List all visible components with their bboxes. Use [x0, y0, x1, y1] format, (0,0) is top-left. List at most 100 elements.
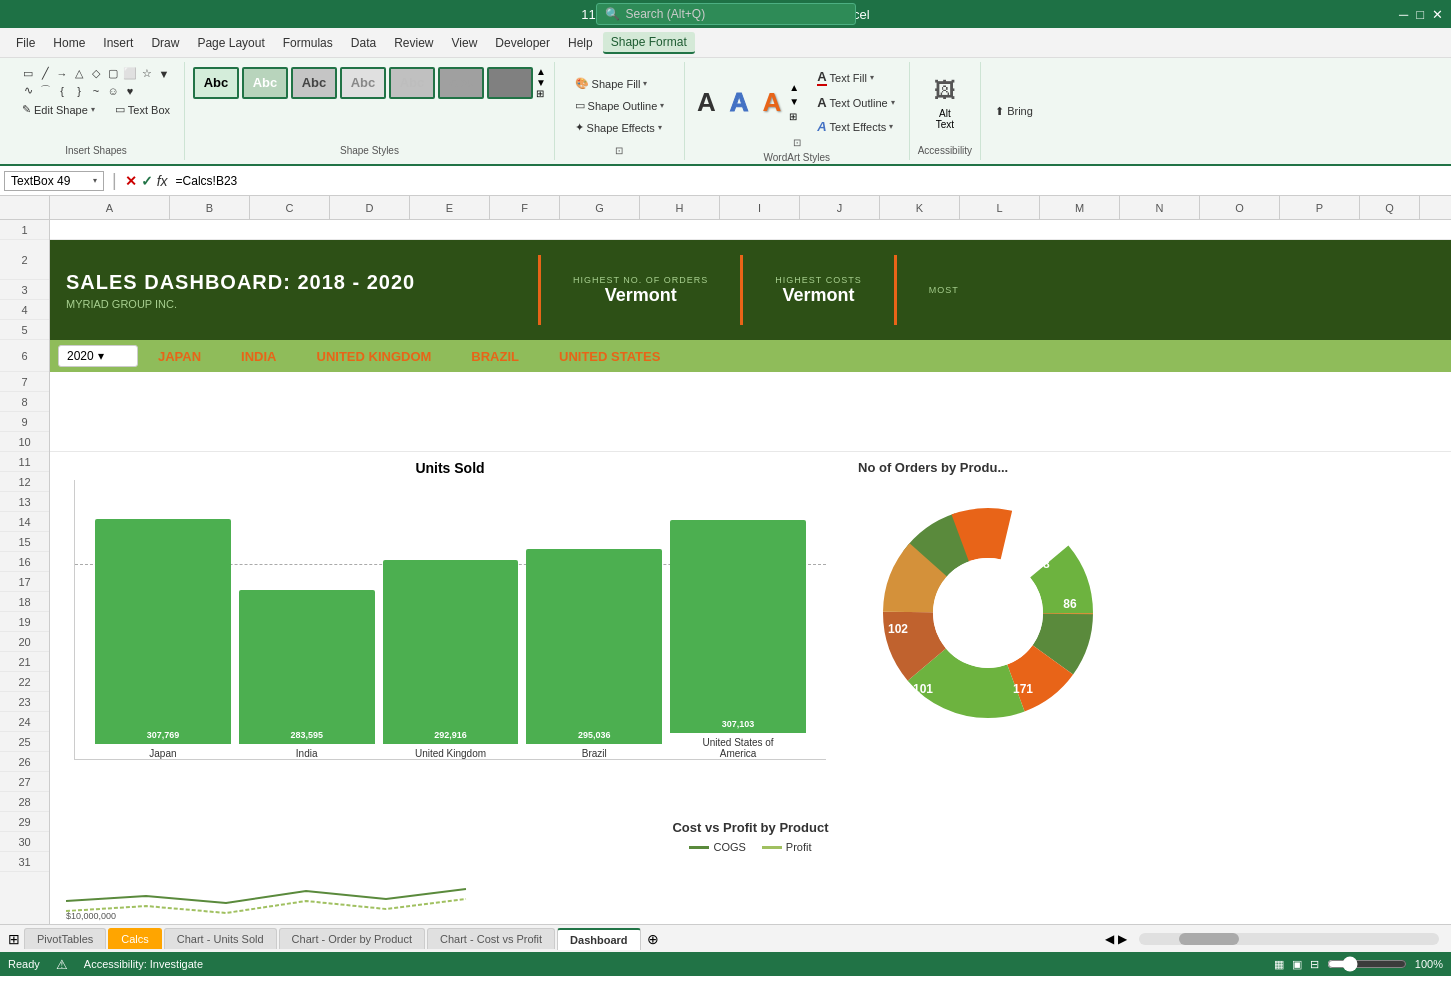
scroll-thumb[interactable] [1179, 933, 1239, 945]
text-box-button[interactable]: ▭ Text Box [109, 100, 176, 119]
add-tab-button[interactable]: ⊕ [647, 931, 659, 947]
star-icon[interactable]: ☆ [140, 66, 155, 81]
smiley-icon[interactable]: ☺ [106, 83, 121, 98]
col-header-b[interactable]: B [170, 196, 250, 219]
wordart-a-plain[interactable]: A [693, 87, 720, 117]
col-header-c[interactable]: C [250, 196, 330, 219]
bracket-icon[interactable]: } [72, 83, 87, 98]
col-header-a[interactable]: A [50, 196, 170, 219]
arrow-icon[interactable]: → [55, 66, 70, 81]
tab-chart-units-sold[interactable]: Chart - Units Sold [164, 928, 277, 949]
col-header-q[interactable]: Q [1360, 196, 1420, 219]
tab-pivot-tables[interactable]: PivotTables [24, 928, 106, 949]
col-header-g[interactable]: G [560, 196, 640, 219]
curve-icon[interactable]: ∿ [21, 83, 36, 98]
tab-chart-order-by-product[interactable]: Chart - Order by Product [279, 928, 425, 949]
diamond-icon[interactable]: ◇ [89, 66, 104, 81]
zoom-slider[interactable] [1327, 956, 1407, 972]
tab-chart-cost-vs-profit[interactable]: Chart - Cost vs Profit [427, 928, 555, 949]
view-layout-icon[interactable]: ▣ [1292, 958, 1302, 971]
text-fill-button[interactable]: A Text Fill ▾ [811, 66, 900, 89]
shape-outline-button[interactable]: ▭ Shape Outline ▾ [569, 96, 671, 115]
scroll-left-button[interactable]: ◀ [1105, 932, 1114, 946]
more-shapes-icon[interactable]: ▼ [157, 66, 172, 81]
add-sheet-button[interactable]: ⊞ [4, 931, 24, 947]
round-rect-icon[interactable]: ▢ [106, 66, 121, 81]
text-effects-button[interactable]: A Text Effects ▾ [811, 116, 900, 137]
col-header-j[interactable]: J [800, 196, 880, 219]
scroll-right-button[interactable]: ▶ [1118, 932, 1127, 946]
formula-input[interactable] [172, 172, 1447, 190]
menu-developer[interactable]: Developer [487, 33, 558, 53]
tab-dashboard[interactable]: Dashboard [557, 928, 640, 950]
horizontal-scrollbar[interactable] [1139, 933, 1439, 945]
brace-icon[interactable]: { [55, 83, 70, 98]
menu-formulas[interactable]: Formulas [275, 33, 341, 53]
shape-style-5[interactable]: Abc [389, 67, 435, 99]
formula-function-button[interactable]: fx [157, 173, 168, 189]
search-box[interactable]: 🔍 Search (Alt+Q) [596, 3, 856, 25]
triangle-icon[interactable]: △ [72, 66, 87, 81]
wordart-scroll-down[interactable]: ▼ [789, 96, 799, 107]
rect-icon[interactable]: ▭ [21, 66, 36, 81]
menu-home[interactable]: Home [45, 33, 93, 53]
menu-file[interactable]: File [8, 33, 43, 53]
menu-view[interactable]: View [444, 33, 486, 53]
shape-style-2[interactable]: Abc [242, 67, 288, 99]
freeform-icon[interactable]: ⌒ [38, 83, 53, 98]
col-header-l[interactable]: L [960, 196, 1040, 219]
year-select[interactable]: 2020 ▾ [58, 345, 138, 367]
col-header-i[interactable]: I [720, 196, 800, 219]
shape-style-3[interactable]: Abc [291, 67, 337, 99]
shape-styles-scroll-up[interactable]: ▲ [536, 66, 546, 77]
wave-icon[interactable]: ~ [89, 83, 104, 98]
wordart-a-shadow[interactable]: A [758, 87, 785, 117]
text-outline-button[interactable]: A Text Outline ▾ [811, 92, 900, 113]
col-header-o[interactable]: O [1200, 196, 1280, 219]
view-normal-icon[interactable]: ▦ [1274, 958, 1284, 971]
menu-insert[interactable]: Insert [95, 33, 141, 53]
wordart-a-outline[interactable]: A [726, 87, 753, 117]
col-header-f[interactable]: F [490, 196, 560, 219]
shape-styles-scroll-down[interactable]: ▼ [536, 77, 546, 88]
wordart-expand[interactable]: ⊞ [789, 111, 799, 122]
menu-shape-format[interactable]: Shape Format [603, 32, 695, 54]
heart-icon[interactable]: ♥ [123, 83, 138, 98]
shape-styles-expand[interactable]: ⊞ [536, 88, 546, 99]
shape-style-1[interactable]: Abc [193, 67, 239, 99]
country-japan: JAPAN [138, 349, 221, 364]
col-header-m[interactable]: M [1040, 196, 1120, 219]
close-icon[interactable]: ✕ [1432, 7, 1443, 22]
kpi-orders: HIGHEST NO. OF ORDERS Vermont [549, 240, 732, 340]
wordart-expand-icon[interactable]: ⊡ [793, 137, 801, 148]
menu-help[interactable]: Help [560, 33, 601, 53]
wordart-scroll-up[interactable]: ▲ [789, 82, 799, 93]
edit-shape-button[interactable]: ✎ Edit Shape ▾ [16, 100, 101, 119]
col-header-h[interactable]: H [640, 196, 720, 219]
line-icon[interactable]: ╱ [38, 66, 53, 81]
tab-calcs[interactable]: Calcs [108, 928, 162, 949]
formula-cancel-button[interactable]: ✕ [125, 173, 137, 189]
col-header-k[interactable]: K [880, 196, 960, 219]
minimize-icon[interactable]: ─ [1399, 7, 1408, 22]
shape-style-4[interactable]: Abc [340, 67, 386, 99]
col-header-d[interactable]: D [330, 196, 410, 219]
formula-confirm-button[interactable]: ✓ [141, 173, 153, 189]
menu-data[interactable]: Data [343, 33, 384, 53]
bring-forward-button[interactable]: ⬆ Bring [989, 102, 1039, 121]
col-header-p[interactable]: P [1280, 196, 1360, 219]
menu-page-layout[interactable]: Page Layout [189, 33, 272, 53]
shape-options-expand-icon[interactable]: ⊡ [615, 145, 623, 156]
view-page-break-icon[interactable]: ⊟ [1310, 958, 1319, 971]
maximize-icon[interactable]: □ [1416, 7, 1424, 22]
shape-style-7[interactable]: Abc [487, 67, 533, 99]
cylinder-icon[interactable]: ⬜ [123, 66, 138, 81]
name-box[interactable]: TextBox 49 ▾ [4, 171, 104, 191]
shape-effects-button[interactable]: ✦ Shape Effects ▾ [569, 118, 671, 137]
shape-style-6[interactable]: Abc [438, 67, 484, 99]
shape-fill-button[interactable]: 🎨 Shape Fill ▾ [569, 74, 671, 93]
col-header-e[interactable]: E [410, 196, 490, 219]
menu-review[interactable]: Review [386, 33, 441, 53]
menu-draw[interactable]: Draw [143, 33, 187, 53]
col-header-n[interactable]: N [1120, 196, 1200, 219]
